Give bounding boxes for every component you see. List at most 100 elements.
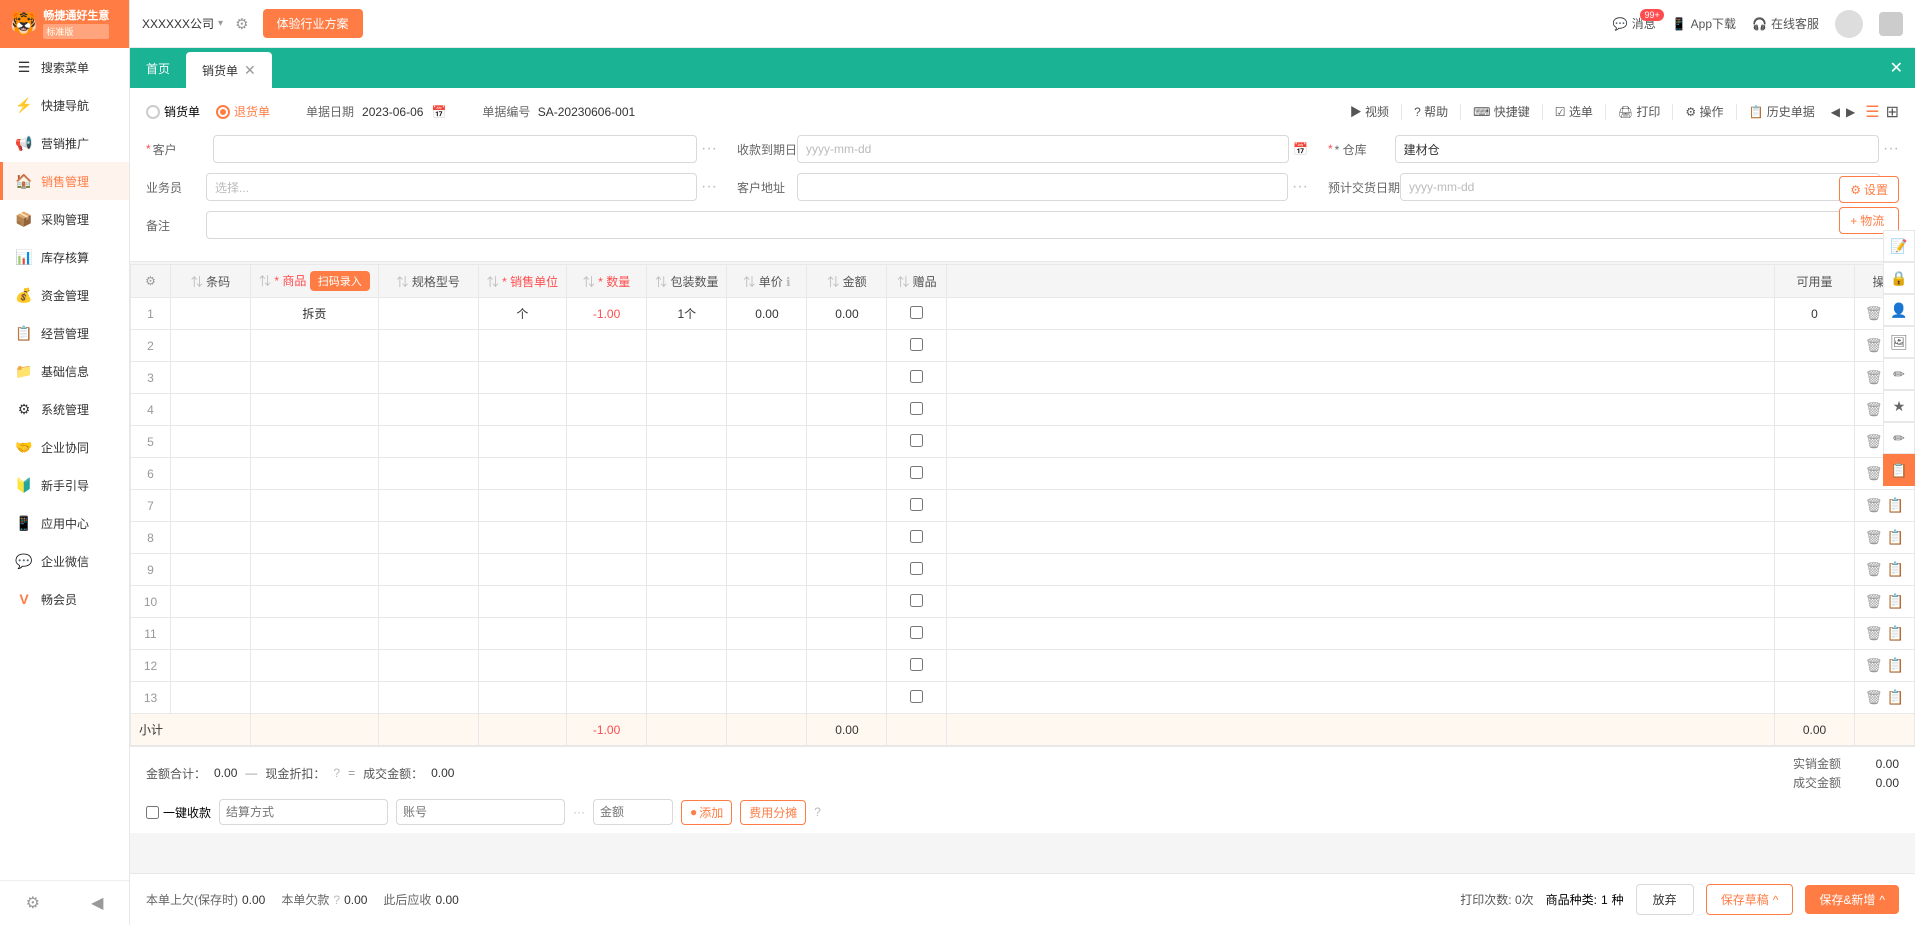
return-radio[interactable] <box>216 105 230 119</box>
row-amount[interactable] <box>807 330 887 362</box>
row-spec[interactable] <box>378 330 478 362</box>
row-barcode[interactable] <box>171 586 251 618</box>
row-gift[interactable] <box>887 362 947 394</box>
copy-icon[interactable]: 📋 <box>1887 593 1904 610</box>
copy-icon[interactable]: 📋 <box>1887 561 1904 578</box>
row-product[interactable] <box>251 650 379 682</box>
table-settings-icon[interactable]: ⚙ <box>145 274 156 288</box>
topbar-gear-icon[interactable]: ⚙ <box>235 15 248 33</box>
row-pkg[interactable] <box>647 682 727 714</box>
delete-icon[interactable]: 🗑 <box>1865 657 1883 674</box>
row-gift[interactable] <box>887 650 947 682</box>
copy-icon[interactable]: 📋 <box>1887 497 1904 514</box>
salesperson-dots[interactable]: ··· <box>701 178 717 196</box>
shortcut-btn[interactable]: ⌨ 快捷键 <box>1467 100 1536 123</box>
row-spec[interactable] <box>378 490 478 522</box>
sidebar-item-inventory[interactable]: 📊 库存核算 <box>0 238 129 276</box>
delete-icon[interactable]: 🗑 <box>1865 689 1883 706</box>
float-action-btn[interactable]: 📋 <box>1883 454 1915 486</box>
sidebar-item-finance[interactable]: 💰 资金管理 <box>0 276 129 314</box>
sidebar-item-guide[interactable]: 🔰 新手引导 <box>0 466 129 504</box>
scan-btn[interactable]: 扫码录入 <box>310 271 370 291</box>
add-payment-btn[interactable]: ● 添加 <box>681 800 732 825</box>
sidebar-item-appcenter[interactable]: 📱 应用中心 <box>0 504 129 542</box>
row-qty[interactable]: -1.00 <box>567 298 647 330</box>
nav-next-btn[interactable]: ▶ <box>1846 105 1855 119</box>
sidebar-settings-btn[interactable]: ⚙ <box>22 889 44 917</box>
app-download-btn[interactable]: 📱 App下载 <box>1672 15 1736 32</box>
user-avatar2[interactable] <box>1879 12 1903 36</box>
customer-addr-input[interactable] <box>797 173 1288 201</box>
row-spec[interactable] <box>378 394 478 426</box>
debit-info-icon[interactable]: ? <box>333 893 340 907</box>
row-pkg[interactable] <box>647 586 727 618</box>
row-unit[interactable] <box>478 586 566 618</box>
copy-icon[interactable]: 📋 <box>1887 689 1904 706</box>
operation-btn[interactable]: ⚙ 操作 <box>1679 100 1729 123</box>
row-price[interactable] <box>727 682 807 714</box>
row-gift[interactable] <box>887 554 947 586</box>
row-qty[interactable] <box>567 554 647 586</box>
row-pkg[interactable] <box>647 618 727 650</box>
sidebar-item-quicknav[interactable]: ⚡ 快捷导航 <box>0 86 129 124</box>
online-service-btn[interactable]: 🎧 在线客服 <box>1752 15 1819 32</box>
row-amount[interactable] <box>807 394 887 426</box>
row-pkg[interactable] <box>647 554 727 586</box>
row-amount[interactable] <box>807 618 887 650</box>
row-amount[interactable]: 0.00 <box>807 298 887 330</box>
sidebar-item-sales[interactable]: 🏠 销售管理 <box>0 162 129 200</box>
row-spec[interactable] <box>378 650 478 682</box>
row-barcode[interactable] <box>171 522 251 554</box>
expense-help-icon[interactable]: ? <box>814 805 821 819</box>
price-info-icon[interactable]: ℹ <box>786 275 791 289</box>
tab-sales-order[interactable]: 销货单 ✕ <box>186 52 272 88</box>
copy-icon[interactable]: 📋 <box>1887 529 1904 546</box>
delete-icon[interactable]: 🗑 <box>1865 625 1883 642</box>
delete-icon[interactable]: 🗑 <box>1865 369 1883 386</box>
row-barcode[interactable] <box>171 490 251 522</box>
sales-radio[interactable] <box>146 105 160 119</box>
row-price[interactable] <box>727 362 807 394</box>
delete-icon[interactable]: 🗑 <box>1865 401 1883 418</box>
row-price[interactable] <box>727 426 807 458</box>
copy-icon[interactable]: 📋 <box>1887 625 1904 642</box>
row-price[interactable] <box>727 522 807 554</box>
row-gift[interactable] <box>887 490 947 522</box>
row-amount[interactable] <box>807 362 887 394</box>
delete-icon[interactable]: 🗑 <box>1865 497 1883 514</box>
warehouse-input[interactable]: 建材仓 <box>1395 135 1879 163</box>
row-amount[interactable] <box>807 554 887 586</box>
row-product[interactable] <box>251 522 379 554</box>
footer-dots[interactable]: ··· <box>573 805 585 819</box>
cash-discount-info[interactable]: ? <box>333 766 340 780</box>
row-gift[interactable] <box>887 394 947 426</box>
sidebar-collapse-btn[interactable]: ◀ <box>87 889 107 917</box>
row-barcode[interactable] <box>171 426 251 458</box>
save-new-btn[interactable]: 保存&新增 ^ <box>1805 885 1899 914</box>
row-product[interactable] <box>251 330 379 362</box>
float-user-btn[interactable]: 👤 <box>1883 294 1915 326</box>
row-gift[interactable] <box>887 682 947 714</box>
row-product[interactable] <box>251 426 379 458</box>
delete-icon[interactable]: 🗑 <box>1865 593 1883 610</box>
bill-type-return[interactable]: 退货单 <box>216 103 270 120</box>
row-amount[interactable] <box>807 586 887 618</box>
sidebar-item-wechat[interactable]: 💬 企业微信 <box>0 542 129 580</box>
sidebar-item-marketing[interactable]: 📢 营销推广 <box>0 124 129 162</box>
row-gift[interactable] <box>887 522 947 554</box>
row-qty[interactable] <box>567 394 647 426</box>
row-price[interactable] <box>727 330 807 362</box>
print-btn[interactable]: 🖨 打印 <box>1612 100 1667 123</box>
row-barcode[interactable] <box>171 650 251 682</box>
row-price[interactable]: 0.00 <box>727 298 807 330</box>
row-price[interactable] <box>727 458 807 490</box>
row-barcode[interactable] <box>171 394 251 426</box>
row-qty[interactable] <box>567 522 647 554</box>
discard-btn[interactable]: 放弃 <box>1636 884 1694 915</box>
sidebar-item-search[interactable]: ☰ 搜索菜单 <box>0 48 129 86</box>
row-product[interactable] <box>251 362 379 394</box>
help-btn[interactable]: ? 帮助 <box>1408 100 1454 123</box>
close-window-icon[interactable]: ✕ <box>1890 60 1903 77</box>
customer-input[interactable] <box>213 135 697 163</box>
row-product[interactable] <box>251 554 379 586</box>
